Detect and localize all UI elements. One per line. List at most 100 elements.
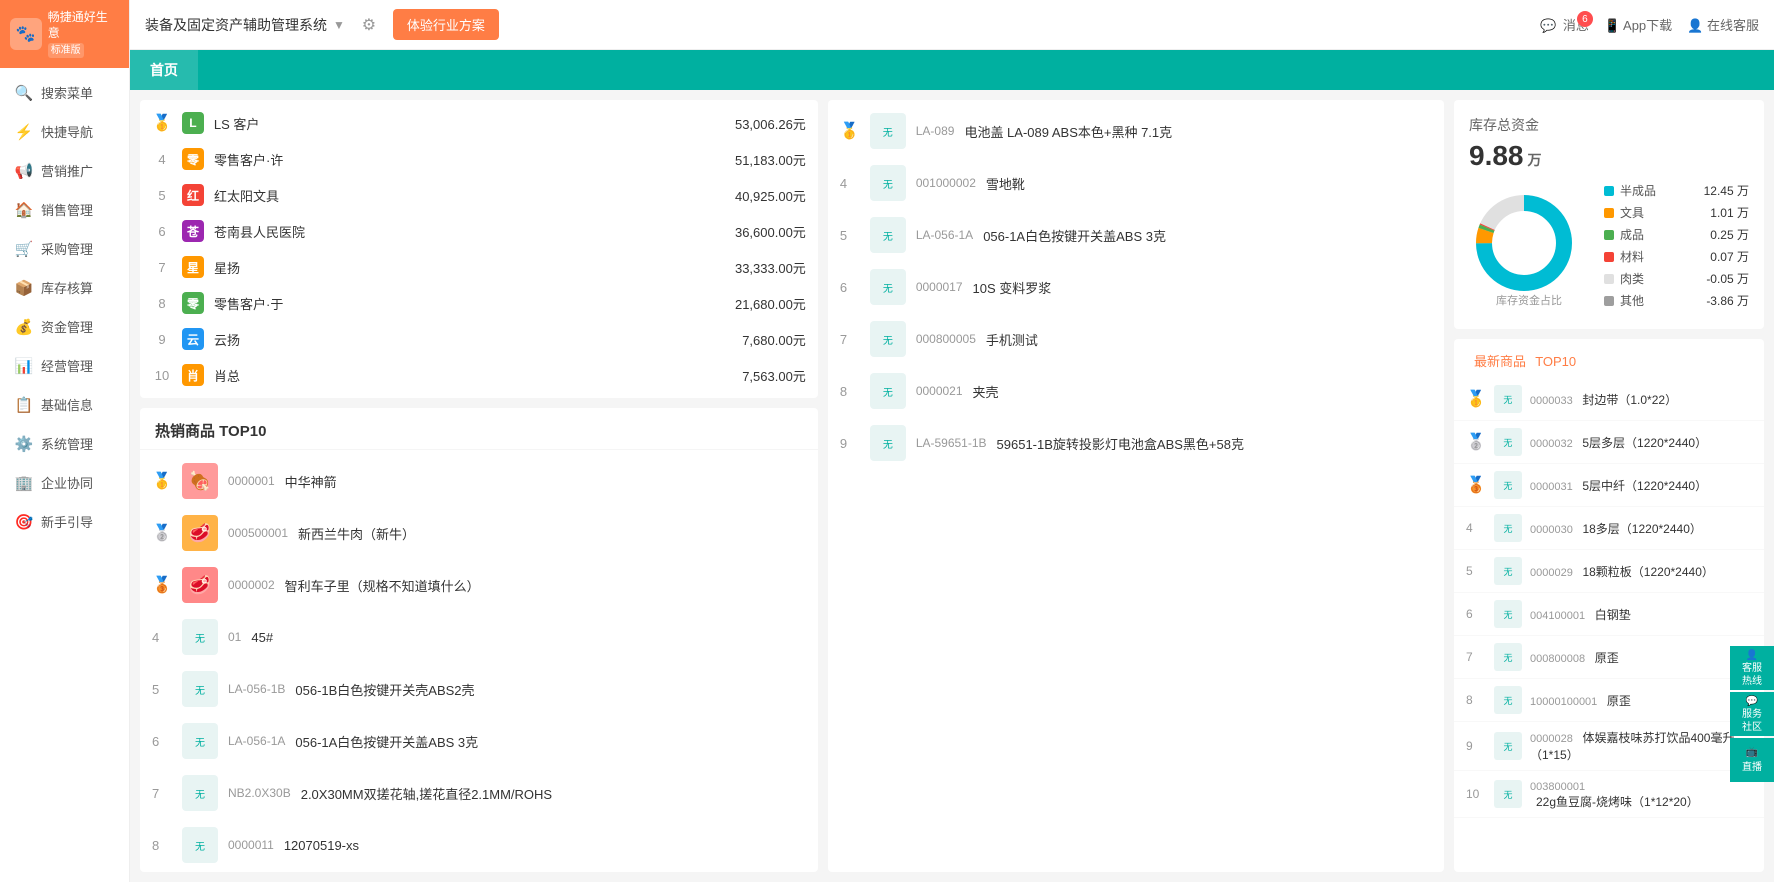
product-name-1: 中华神箭	[285, 472, 337, 491]
product-item-2: 🥈 🥩 000500001 新西兰牛肉（新牛）	[140, 507, 818, 559]
live-btn[interactable]: 📺 直播	[1730, 738, 1774, 782]
sales-item-6: 8 无 0000021 夹壳	[828, 365, 1444, 417]
donut-chart: 库存资金占比	[1469, 188, 1589, 308]
notification-badge: 6	[1577, 11, 1593, 27]
rank-name-4: 苍南县人民医院	[214, 222, 725, 241]
sidebar-item-enterprise[interactable]: 🏢 企业协同	[0, 463, 129, 502]
sales-img-6: 无	[870, 373, 906, 409]
product-item-8: 8 无 0000011 12070519-xs	[140, 819, 818, 871]
latest-img-1: 无	[1494, 385, 1522, 413]
app-download-btn[interactable]: 📱 App下载	[1604, 15, 1672, 34]
product-img-1: 🍖	[182, 463, 218, 499]
legend-item-stationery: 文具 1.01 万	[1604, 204, 1749, 221]
product-code-7: NB2.0X30B	[228, 786, 291, 800]
sidebar-item-inventory[interactable]: 📦 库存核算	[0, 268, 129, 307]
gold-medal-icon-2: 🥇	[840, 121, 860, 141]
rank-name-1: LS 客户	[214, 114, 725, 133]
latest-info-2: 0000032 5层多层（1220*2440）	[1530, 434, 1752, 451]
latest-img-6: 无	[1494, 600, 1522, 628]
rank-6: 6	[152, 734, 172, 749]
product-item-1: 🥇 🍖 0000001 中华神箭	[140, 455, 818, 507]
product-img-2: 🥩	[182, 515, 218, 551]
sidebar-label-sales: 销售管理	[41, 200, 93, 219]
product-code-8: 0000011	[228, 838, 274, 852]
sales-img-3: 无	[870, 217, 906, 253]
community-btn[interactable]: 💬 服务 社区	[1730, 692, 1774, 736]
legend-dot-cyan	[1604, 186, 1614, 196]
donut-label: 库存资金占比	[1469, 292, 1589, 308]
rank-num-7: 9	[152, 332, 172, 347]
latest-products-list: 🥇 无 0000033 封边带（1.0*22） 🥈 无 0000032 5层多层…	[1454, 378, 1764, 818]
phone-icon: 📱	[1604, 18, 1620, 33]
latest-products-title: 最新商品 TOP10	[1454, 339, 1764, 378]
latest-img-2: 无	[1494, 428, 1522, 456]
sales-img-5: 无	[870, 321, 906, 357]
product-img-4: 无	[182, 619, 218, 655]
latest-img-9: 无	[1494, 732, 1522, 760]
sidebar-item-basic[interactable]: 📋 基础信息	[0, 385, 129, 424]
rank-name-6: 零售客户·于	[214, 294, 725, 313]
inventory-card: 库存总资金 9.88 万	[1454, 100, 1764, 329]
rank-amount-1: 53,006.26元	[735, 114, 806, 133]
inventory-unit: 万	[1528, 150, 1542, 170]
sidebar-item-sales[interactable]: 🏠 销售管理	[0, 190, 129, 229]
sidebar-item-search[interactable]: 🔍 搜索菜单	[0, 73, 129, 112]
latest-item-4: 4 无 0000030 18多层（1220*2440）	[1454, 507, 1764, 550]
legend-item-semifinished: 半成品 12.45 万	[1604, 182, 1749, 199]
tab-home[interactable]: 首页	[130, 50, 198, 90]
home-icon: ⚡	[15, 123, 33, 141]
rank-amount-4: 36,600.00元	[735, 222, 806, 241]
rank-name-3: 红太阳文具	[214, 186, 725, 205]
sidebar-item-operation[interactable]: 📊 经营管理	[0, 346, 129, 385]
sidebar-item-guide[interactable]: 🎯 新手引导	[0, 502, 129, 541]
hot-products-section: 热销商品 TOP10 🥇 🍖 0000001 中华神箭 🥈 🥩	[140, 408, 818, 872]
gear-button[interactable]: ⚙	[355, 11, 383, 39]
sidebar-item-quick-nav[interactable]: ⚡ 快捷导航	[0, 112, 129, 151]
legend-dot-red	[1604, 252, 1614, 262]
sidebar-item-system[interactable]: ⚙️ 系统管理	[0, 424, 129, 463]
product-code-1: 0000001	[228, 474, 275, 488]
latest-info-7: 000800008 原歪	[1530, 649, 1752, 666]
rank-num-3: 5	[152, 188, 172, 203]
sales-img-7: 无	[870, 425, 906, 461]
sidebar-item-finance[interactable]: 💰 资金管理	[0, 307, 129, 346]
rank-amount-7: 7,680.00元	[742, 330, 806, 349]
sales-name-1: 电池盖 LA-089 ABS本色+黑种 7.1克	[964, 122, 1172, 141]
product-item-5: 5 无 LA-056-1B 056-1B白色按键开关壳ABS2壳	[140, 663, 818, 715]
try-plan-button[interactable]: 体验行业方案	[393, 9, 499, 40]
latest-item-5: 5 无 0000029 18颗粒板（1220*2440）	[1454, 550, 1764, 593]
product-item-4: 4 无 01 45#	[140, 611, 818, 663]
latest-info-3: 0000031 5层中纤（1220*2440）	[1530, 477, 1752, 494]
sales-img-1: 无	[870, 113, 906, 149]
logo-badge: 标准版	[48, 43, 84, 58]
rank-badge-1: L	[182, 112, 204, 134]
sidebar-label-guide: 新手引导	[41, 512, 93, 531]
online-service-btn[interactable]: 👤 在线客服	[1687, 15, 1759, 34]
sales-item-4: 6 无 0000017 10S 变料罗浆	[828, 261, 1444, 313]
latest-item-6: 6 无 004100001 白钢垫	[1454, 593, 1764, 636]
sales-icon: 🏠	[15, 201, 33, 219]
product-code-5: LA-056-1B	[228, 682, 285, 696]
sales-code-3: LA-056-1A	[916, 228, 973, 242]
rank-badge-8: 肖	[182, 364, 204, 386]
product-img-3: 🥩	[182, 567, 218, 603]
ranking-item-8: 10 肖 肖总 7,563.00元	[140, 357, 818, 393]
sidebar-item-marketing[interactable]: 📢 营销推广	[0, 151, 129, 190]
sales-item-3: 5 无 LA-056-1A 056-1A白色按键开关盖ABS 3克	[828, 209, 1444, 261]
messages-icon-wrap[interactable]: 💬 6 消息	[1540, 15, 1589, 34]
rank-amount-6: 21,680.00元	[735, 294, 806, 313]
logo-text: 畅捷通好生意 标准版	[48, 10, 119, 58]
customer-service-btn[interactable]: 👤 客服 热线	[1730, 646, 1774, 690]
dropdown-icon[interactable]: ▼	[333, 18, 345, 32]
topbar-title: 装备及固定资产辅助管理系统 ▼	[145, 15, 345, 35]
donut-section: 库存资金占比 半成品 12.45 万 文具 1.01 万	[1469, 182, 1749, 314]
rank-amount-3: 40,925.00元	[735, 186, 806, 205]
sidebar-logo: 🐾 畅捷通好生意 标准版	[0, 0, 129, 68]
rank-badge-3: 红	[182, 184, 204, 206]
rank-num-6: 8	[152, 296, 172, 311]
sales-name-5: 手机测试	[986, 330, 1038, 349]
sidebar-item-purchase[interactable]: 🛒 采购管理	[0, 229, 129, 268]
legend-item-other: 其他 -3.86 万	[1604, 292, 1749, 309]
product-img-8: 无	[182, 827, 218, 863]
rank-amount-8: 7,563.00元	[742, 366, 806, 385]
